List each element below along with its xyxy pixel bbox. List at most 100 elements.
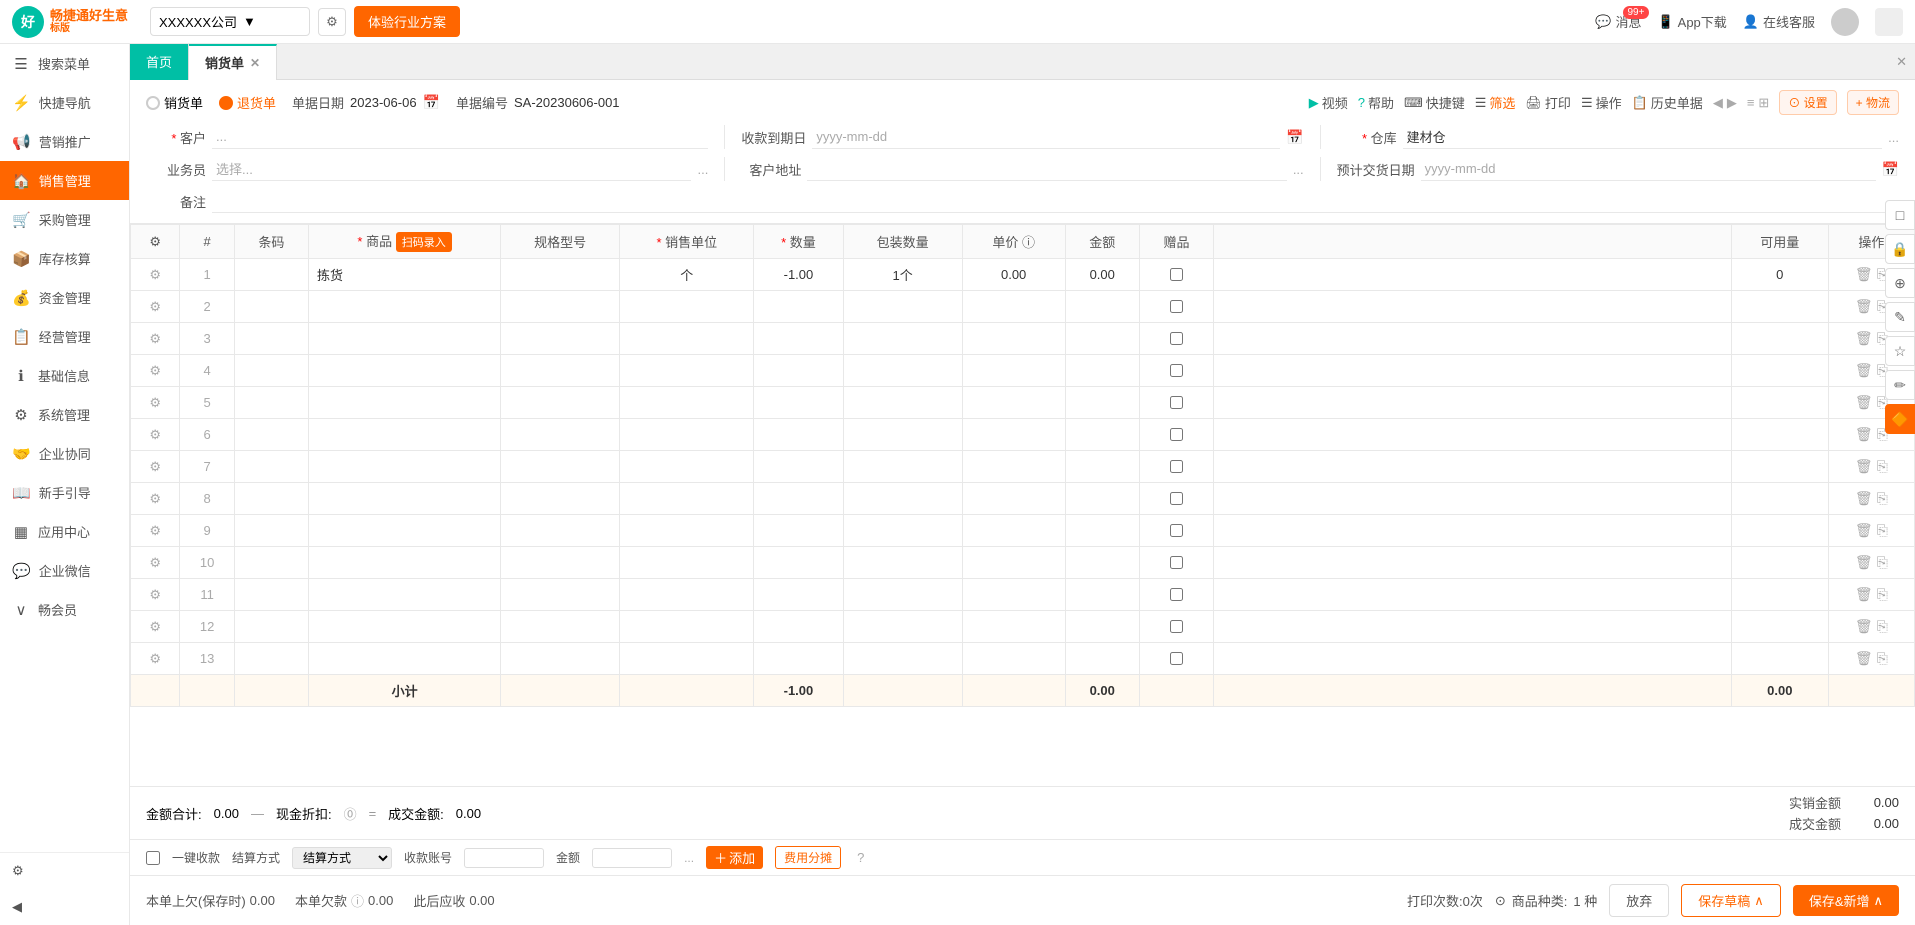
delete-row-10[interactable]: 🗑 (1855, 586, 1873, 603)
help-action[interactable]: ? 帮助 (1358, 93, 1394, 112)
row-qty-7[interactable] (754, 483, 843, 515)
tab-close-button[interactable]: ✕ (250, 56, 260, 70)
float-btn-5[interactable]: ☆ (1885, 336, 1915, 366)
scan-barcode-button[interactable]: 扫码录入 (396, 232, 452, 252)
grid-view-icon[interactable]: ⊞ (1758, 95, 1769, 111)
row-unit-1[interactable] (620, 291, 754, 323)
radio-return[interactable]: 退货单 (219, 93, 276, 112)
row-gift-3[interactable] (1139, 355, 1213, 387)
row-barcode-8[interactable] (234, 515, 308, 547)
row-barcode-3[interactable] (234, 355, 308, 387)
gift-checkbox-8[interactable] (1170, 524, 1183, 537)
gift-checkbox-9[interactable] (1170, 556, 1183, 569)
warehouse-more[interactable]: ... (1888, 130, 1899, 145)
history-action[interactable]: 📋 历史单据 (1632, 93, 1703, 112)
gift-checkbox-4[interactable] (1170, 396, 1183, 409)
row-qty-8[interactable] (754, 515, 843, 547)
gift-checkbox-3[interactable] (1170, 364, 1183, 377)
settings-btn[interactable]: ⊙ 设置 (1779, 90, 1836, 115)
gift-checkbox-6[interactable] (1170, 460, 1183, 473)
delete-row-9[interactable]: 🗑 (1855, 554, 1873, 571)
payment-more[interactable]: ... (684, 851, 694, 865)
row-qty-10[interactable] (754, 579, 843, 611)
sidebar-item-member[interactable]: ∨ 畅会员 (0, 590, 129, 629)
print-action[interactable]: 🖨 打印 (1525, 93, 1571, 112)
row-gift-4[interactable] (1139, 387, 1213, 419)
warehouse-input[interactable]: 建材仓 (1403, 125, 1882, 149)
row-pkgqty-6[interactable] (843, 451, 962, 483)
row-amount-8[interactable] (1065, 515, 1139, 547)
delivery-date-input[interactable]: yyyy-mm-dd (1421, 157, 1876, 181)
row-gift-2[interactable] (1139, 323, 1213, 355)
row-unit-3[interactable] (620, 355, 754, 387)
row-product-3[interactable] (309, 355, 501, 387)
sidebar-item-marketing[interactable]: 📢 营销推广 (0, 122, 129, 161)
row-qty-9[interactable] (754, 547, 843, 579)
row-qty-5[interactable] (754, 419, 843, 451)
add-payment-button[interactable]: ＋ 添加 (706, 846, 763, 869)
row-gift-11[interactable] (1139, 611, 1213, 643)
row-barcode-4[interactable] (234, 387, 308, 419)
save-new-button[interactable]: 保存&新增 ∧ (1793, 885, 1899, 916)
payment-help-icon[interactable]: ? (857, 850, 864, 865)
float-btn-2[interactable]: 🔒 (1885, 234, 1915, 264)
gift-checkbox-5[interactable] (1170, 428, 1183, 441)
delete-row-8[interactable]: 🗑 (1855, 522, 1873, 539)
shortcut-action[interactable]: ⌨ 快捷键 (1404, 93, 1465, 112)
sidebar-collapse-button[interactable]: ◀ (0, 889, 129, 925)
copy-row-9[interactable]: ⎘ (1877, 554, 1888, 571)
row-unit-12[interactable] (620, 643, 754, 675)
row-pkgqty-0[interactable]: 1个 (843, 259, 962, 291)
row-pkgqty-5[interactable] (843, 419, 962, 451)
row-pkgqty-1[interactable] (843, 291, 962, 323)
row-barcode-9[interactable] (234, 547, 308, 579)
row-spec-10[interactable] (501, 579, 620, 611)
row-product-8[interactable] (309, 515, 501, 547)
row-product-1[interactable] (309, 291, 501, 323)
row-price-4[interactable] (962, 387, 1065, 419)
row-qty-2[interactable] (754, 323, 843, 355)
due-date-input[interactable]: yyyy-mm-dd (812, 125, 1280, 149)
abandon-button[interactable]: 放弃 (1609, 884, 1669, 917)
row-product-4[interactable] (309, 387, 501, 419)
tab-close-all[interactable]: ✕ (1896, 54, 1915, 70)
row-price-6[interactable] (962, 451, 1065, 483)
sidebar-item-collab[interactable]: 🤝 企业协同 (0, 434, 129, 473)
amount-input[interactable] (592, 848, 672, 868)
row-price-7[interactable] (962, 483, 1065, 515)
overdue-help[interactable]: ⓘ (351, 891, 364, 910)
company-selector[interactable]: XXXXXX公司 ▼ (150, 7, 310, 36)
sidebar-settings-button[interactable]: ⚙ (0, 853, 129, 889)
row-pkgqty-2[interactable] (843, 323, 962, 355)
row-spec-5[interactable] (501, 419, 620, 451)
delete-row-3[interactable]: 🗑 (1855, 362, 1873, 379)
row-amount-3[interactable] (1065, 355, 1139, 387)
product-type-select-icon[interactable]: ⊙ (1495, 893, 1506, 909)
row-amount-7[interactable] (1065, 483, 1139, 515)
row-unit-9[interactable] (620, 547, 754, 579)
delete-row-7[interactable]: 🗑 (1855, 490, 1873, 507)
copy-row-6[interactable]: ⎘ (1877, 458, 1888, 475)
row-price-9[interactable] (962, 547, 1065, 579)
row-spec-12[interactable] (501, 643, 620, 675)
delete-row-1[interactable]: 🗑 (1855, 298, 1873, 315)
delete-row-6[interactable]: 🗑 (1855, 458, 1873, 475)
row-unit-8[interactable] (620, 515, 754, 547)
row-barcode-7[interactable] (234, 483, 308, 515)
row-barcode-11[interactable] (234, 611, 308, 643)
next-arrow[interactable]: ▶ (1727, 95, 1737, 111)
row-unit-0[interactable]: 个 (620, 259, 754, 291)
float-btn-3[interactable]: ⊕ (1885, 268, 1915, 298)
row-pkgqty-7[interactable] (843, 483, 962, 515)
sidebar-item-sales[interactable]: 🏠 销售管理 (0, 161, 129, 200)
row-spec-6[interactable] (501, 451, 620, 483)
online-service-button[interactable]: 👤 在线客服 (1743, 12, 1815, 31)
row-price-0[interactable]: 0.00 (962, 259, 1065, 291)
list-view-icon[interactable]: ≡ (1747, 95, 1755, 111)
row-amount-5[interactable] (1065, 419, 1139, 451)
row-spec-3[interactable] (501, 355, 620, 387)
gift-checkbox-2[interactable] (1170, 332, 1183, 345)
delivery-calendar-icon[interactable]: 📅 (1882, 161, 1899, 178)
prev-arrow[interactable]: ◀ (1713, 95, 1723, 111)
row-product-5[interactable] (309, 419, 501, 451)
